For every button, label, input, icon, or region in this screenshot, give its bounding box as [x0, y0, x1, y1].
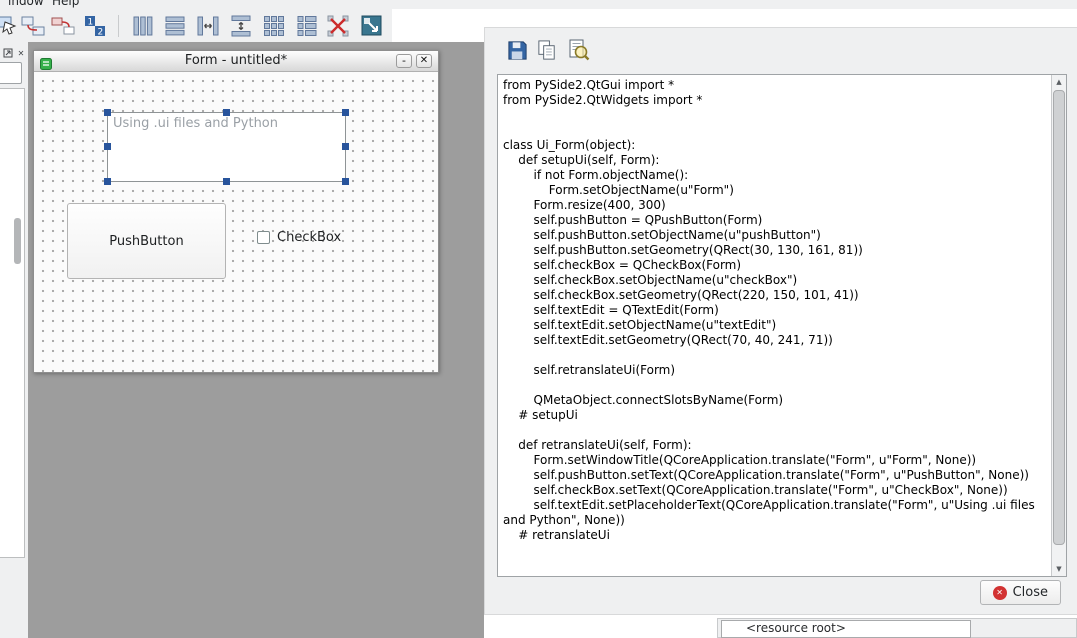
svg-text:2: 2: [98, 28, 104, 38]
copy-icon: [536, 39, 559, 62]
selection-handle-right[interactable]: [342, 143, 349, 150]
close-dialog-button[interactable]: ✕ Close: [980, 580, 1061, 605]
save-code-button[interactable]: [504, 37, 530, 63]
close-red-circle-icon: ✕: [993, 586, 1007, 600]
copy-code-button[interactable]: [534, 37, 560, 63]
layout-horizontal-splitter-button[interactable]: [195, 13, 221, 39]
layout-vertical-splitter-icon: [229, 14, 253, 38]
adjust-size-button[interactable]: [359, 13, 385, 39]
resource-browser-panel: <resource root>: [717, 618, 1077, 638]
scroll-up-arrow-icon[interactable]: ▲: [1052, 75, 1066, 89]
edit-signals-slots-icon: [21, 14, 45, 38]
form-minimize-button[interactable]: -: [396, 54, 412, 68]
find-in-code-button[interactable]: [566, 37, 592, 63]
menubar: indow Help: [0, 0, 1077, 9]
view-code-dialog: from PySide2.QtGui import * from PySide2…: [484, 27, 1077, 615]
form-close-button[interactable]: ✕: [416, 54, 432, 68]
layout-vertical-splitter-button[interactable]: [228, 13, 254, 39]
form-canvas[interactable]: Using .ui files and Python PushButton Ch…: [34, 72, 438, 372]
edit-buddies-icon: [51, 14, 75, 38]
checkbox-indicator[interactable]: [257, 231, 270, 244]
scrollbar-thumb[interactable]: [1053, 90, 1065, 545]
edit-tab-order-button[interactable]: 1 2: [82, 13, 108, 39]
find-icon: [567, 38, 591, 62]
selection-handle-bottom-right[interactable]: [342, 178, 349, 185]
selection-handle-top[interactable]: [223, 109, 230, 116]
selection-handle-bottom-left[interactable]: [104, 178, 111, 185]
widget-box-dock: ✕: [0, 42, 28, 638]
layout-form-icon: [295, 14, 319, 38]
pushbutton-widget[interactable]: PushButton: [67, 203, 226, 279]
widget-box-panel[interactable]: [0, 88, 25, 558]
selection-handle-top-right[interactable]: [342, 109, 349, 116]
textedit-widget[interactable]: Using .ui files and Python: [107, 112, 346, 182]
form-window: Form - untitled* - ✕ Using .ui files and…: [33, 50, 439, 373]
float-dock-icon: [3, 48, 13, 58]
menu-window[interactable]: indow: [8, 0, 44, 8]
edit-widgets-icon: [0, 14, 19, 38]
selection-handle-top-left[interactable]: [104, 109, 111, 116]
save-icon: [506, 39, 529, 62]
qt-designer-window: indow Help 1: [0, 0, 1077, 638]
edit-tab-order-icon: 1 2: [83, 14, 107, 38]
close-button-label: Close: [1013, 585, 1048, 600]
dock-close-button[interactable]: ✕: [15, 47, 27, 59]
break-layout-button[interactable]: [325, 13, 351, 39]
edit-buddies-button[interactable]: [50, 13, 76, 39]
checkbox-label: CheckBox: [277, 230, 341, 245]
form-window-titlebar[interactable]: Form - untitled* - ✕: [34, 51, 438, 72]
selection-handle-left[interactable]: [104, 143, 111, 150]
resource-root-item[interactable]: <resource root>: [721, 620, 971, 638]
form-window-title: Form - untitled*: [34, 53, 438, 68]
svg-text:1: 1: [88, 18, 94, 28]
toolbar-separator: [118, 15, 119, 37]
widget-filter-input[interactable]: [0, 62, 22, 84]
layout-horizontal-splitter-icon: [196, 14, 220, 38]
code-scrollbar[interactable]: ▲ ▼: [1051, 75, 1066, 576]
mdi-area: Form - untitled* - ✕ Using .ui files and…: [28, 42, 484, 638]
menu-help[interactable]: Help: [52, 0, 79, 8]
textedit-placeholder-text: Using .ui files and Python: [108, 113, 345, 134]
scroll-down-arrow-icon[interactable]: ▼: [1052, 562, 1066, 576]
break-layout-icon: [326, 14, 350, 38]
edit-signals-slots-button[interactable]: [20, 13, 46, 39]
layout-grid-button[interactable]: [261, 13, 287, 39]
layout-form-button[interactable]: [294, 13, 320, 39]
code-view: from PySide2.QtGui import * from PySide2…: [497, 74, 1067, 577]
layout-vertical-icon: [163, 14, 187, 38]
edit-widgets-button[interactable]: [0, 13, 20, 39]
checkbox-widget[interactable]: CheckBox: [257, 230, 341, 245]
layout-horizontal-button[interactable]: [130, 13, 156, 39]
dock-float-button[interactable]: [2, 47, 14, 59]
resource-root-label: <resource root>: [722, 621, 970, 636]
layout-grid-icon: [262, 14, 286, 38]
layout-horizontal-icon: [131, 14, 155, 38]
widget-box-scrollbar[interactable]: [14, 218, 21, 264]
selection-handle-bottom[interactable]: [223, 178, 230, 185]
adjust-size-icon: [360, 14, 384, 38]
generated-python-code[interactable]: from PySide2.QtGui import * from PySide2…: [498, 75, 1051, 576]
main-toolbar: 1 2: [0, 9, 392, 42]
layout-vertical-button[interactable]: [162, 13, 188, 39]
